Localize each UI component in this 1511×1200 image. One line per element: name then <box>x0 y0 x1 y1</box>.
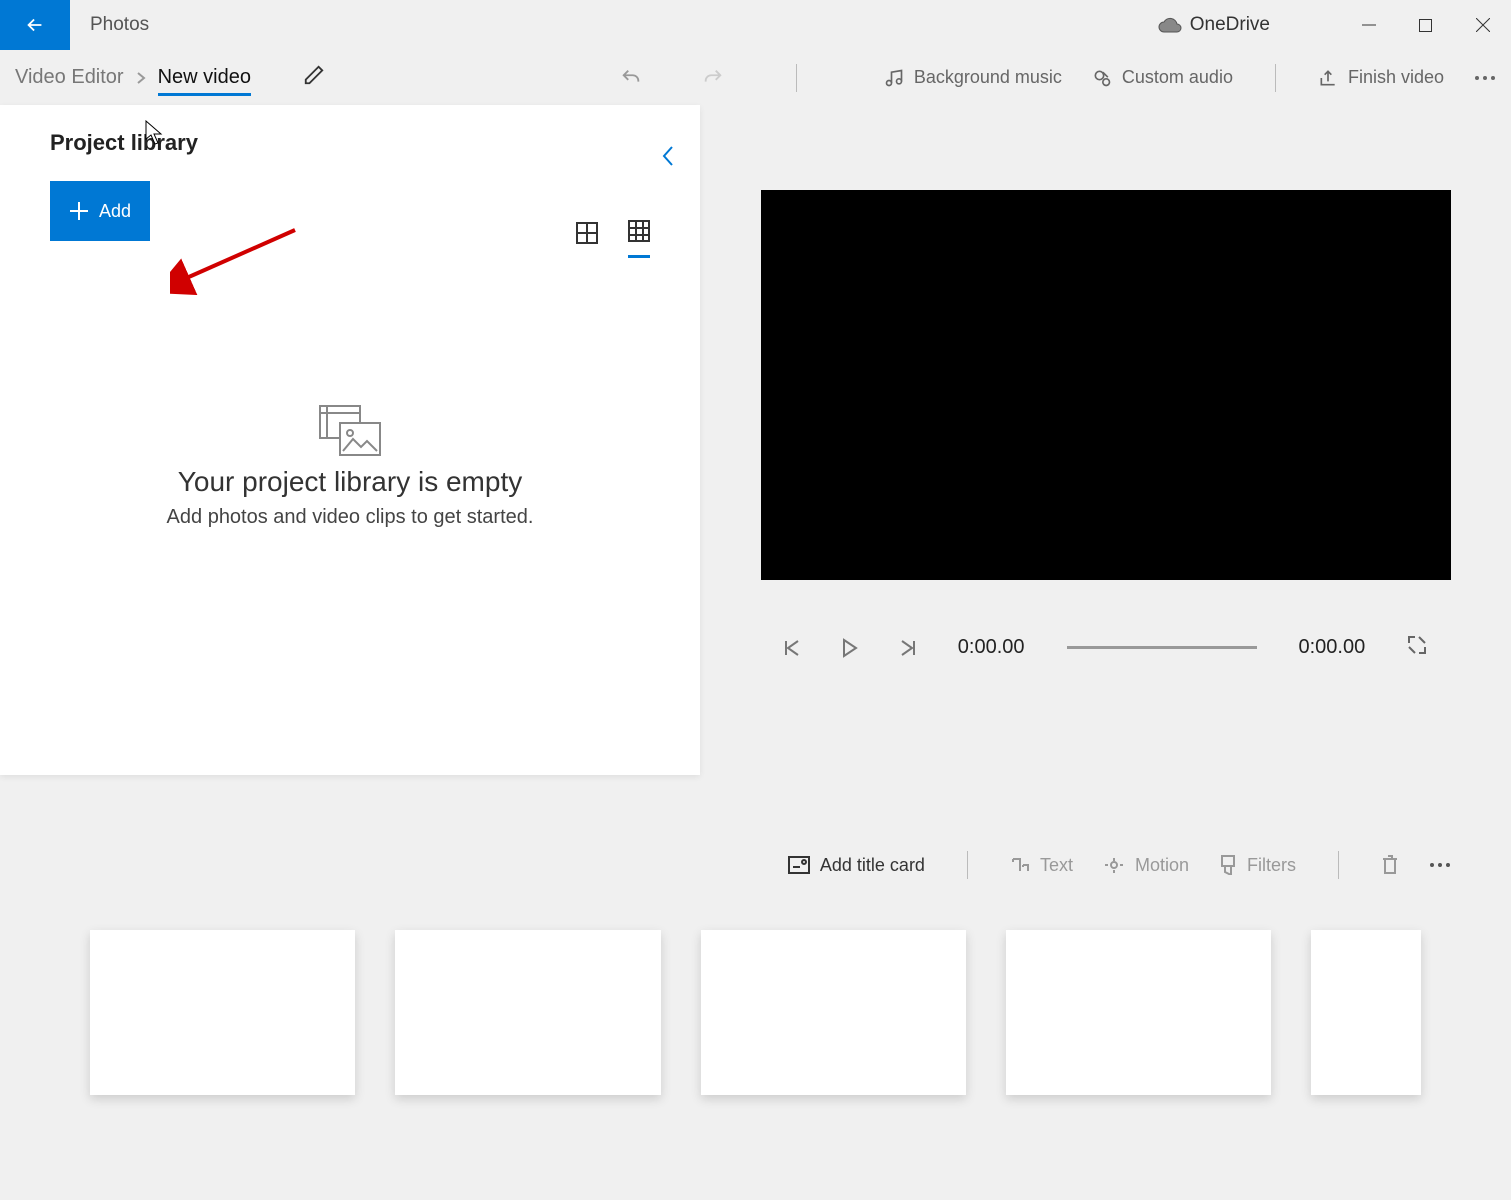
toolbar: Video Editor New video Background music … <box>0 50 1511 105</box>
maximize-button[interactable] <box>1397 0 1454 50</box>
empty-title: Your project library is empty <box>50 466 650 498</box>
storyboard-slot[interactable] <box>701 930 966 1095</box>
close-icon <box>1476 18 1490 32</box>
breadcrumb: Video Editor New video <box>15 64 325 91</box>
breadcrumb-current[interactable]: New video <box>158 66 251 96</box>
maximize-icon <box>1419 19 1432 32</box>
fullscreen-icon <box>1407 635 1427 655</box>
pencil-icon <box>303 64 325 86</box>
storyboard-more-button[interactable] <box>1429 862 1451 868</box>
video-preview[interactable] <box>761 190 1451 580</box>
library-title: Project library <box>50 130 650 156</box>
divider <box>1275 64 1276 92</box>
background-music-button[interactable]: Background music <box>884 67 1062 88</box>
text-label: Text <box>1040 855 1073 876</box>
ellipsis-icon <box>1474 75 1496 81</box>
undo-button[interactable] <box>620 67 642 89</box>
title-card-label: Add title card <box>820 855 925 876</box>
play-icon <box>842 638 858 658</box>
back-button[interactable] <box>0 0 70 50</box>
close-button[interactable] <box>1454 0 1511 50</box>
export-icon <box>1318 68 1338 88</box>
storyboard-slot[interactable] <box>90 930 355 1095</box>
storyboard-slot[interactable] <box>395 930 660 1095</box>
cloud-icon <box>1158 13 1182 37</box>
storyboard-slot[interactable] <box>1311 930 1421 1095</box>
more-button[interactable] <box>1474 75 1496 81</box>
app-title: Photos <box>90 14 149 36</box>
undo-icon <box>620 67 642 89</box>
minimize-button[interactable] <box>1340 0 1397 50</box>
minimize-icon <box>1362 18 1376 32</box>
plus-icon <box>69 201 89 221</box>
play-button[interactable] <box>842 638 858 658</box>
finish-video-button[interactable]: Finish video <box>1318 67 1444 88</box>
finish-label: Finish video <box>1348 67 1444 88</box>
current-time: 0:00.00 <box>958 636 1025 659</box>
seek-track[interactable] <box>1067 646 1257 649</box>
step-back-icon <box>784 639 800 657</box>
filters-icon <box>1219 855 1237 875</box>
filters-label: Filters <box>1247 855 1296 876</box>
storyboard <box>0 895 1511 1130</box>
grid-large-icon <box>576 222 598 244</box>
divider <box>796 64 797 92</box>
prev-frame-button[interactable] <box>784 639 800 657</box>
total-time: 0:00.00 <box>1299 636 1366 659</box>
delete-button[interactable] <box>1381 854 1399 876</box>
onedrive-label: OneDrive <box>1190 14 1270 36</box>
text-button[interactable]: Text <box>1010 855 1073 876</box>
breadcrumb-parent[interactable]: Video Editor <box>15 66 124 89</box>
empty-library-icon <box>315 401 385 461</box>
music-icon <box>884 68 904 88</box>
redo-icon <box>702 67 724 89</box>
custom-audio-label: Custom audio <box>1122 67 1233 88</box>
ellipsis-icon <box>1429 862 1451 868</box>
onedrive-button[interactable]: OneDrive <box>1158 13 1270 37</box>
player-controls: 0:00.00 0:00.00 <box>761 635 1451 660</box>
divider <box>1338 851 1339 879</box>
filters-button[interactable]: Filters <box>1219 855 1296 876</box>
main: Project library Add Your project library… <box>0 105 1511 825</box>
storyboard-slot[interactable] <box>1006 930 1271 1095</box>
text-icon <box>1010 856 1030 874</box>
chevron-right-icon <box>136 71 146 85</box>
step-forward-icon <box>900 639 916 657</box>
view-large-button[interactable] <box>576 222 598 257</box>
trash-icon <box>1381 854 1399 876</box>
audio-icon <box>1092 68 1112 88</box>
library-panel: Project library Add Your project library… <box>0 105 700 775</box>
redo-button[interactable] <box>702 67 724 89</box>
title-card-icon <box>788 856 810 874</box>
grid-small-icon <box>628 220 650 242</box>
add-label: Add <box>99 201 131 222</box>
chevron-left-icon <box>661 145 675 167</box>
fullscreen-button[interactable] <box>1407 635 1427 660</box>
arrow-left-icon <box>24 14 46 36</box>
motion-label: Motion <box>1135 855 1189 876</box>
next-frame-button[interactable] <box>900 639 916 657</box>
preview-panel: 0:00.00 0:00.00 <box>700 105 1511 825</box>
motion-button[interactable]: Motion <box>1103 855 1189 876</box>
view-small-button[interactable] <box>628 220 650 258</box>
bg-music-label: Background music <box>914 67 1062 88</box>
divider <box>967 851 968 879</box>
add-title-card-button[interactable]: Add title card <box>788 855 925 876</box>
add-button[interactable]: Add <box>50 181 150 241</box>
custom-audio-button[interactable]: Custom audio <box>1092 67 1233 88</box>
storyboard-toolbar: Add title card Text Motion Filters <box>0 835 1511 895</box>
empty-state: Your project library is empty Add photos… <box>50 401 650 529</box>
empty-subtitle: Add photos and video clips to get starte… <box>50 506 650 529</box>
titlebar: Photos OneDrive <box>0 0 1511 50</box>
edit-title-button[interactable] <box>303 64 325 91</box>
collapse-panel-button[interactable] <box>661 145 675 172</box>
motion-icon <box>1103 856 1125 874</box>
